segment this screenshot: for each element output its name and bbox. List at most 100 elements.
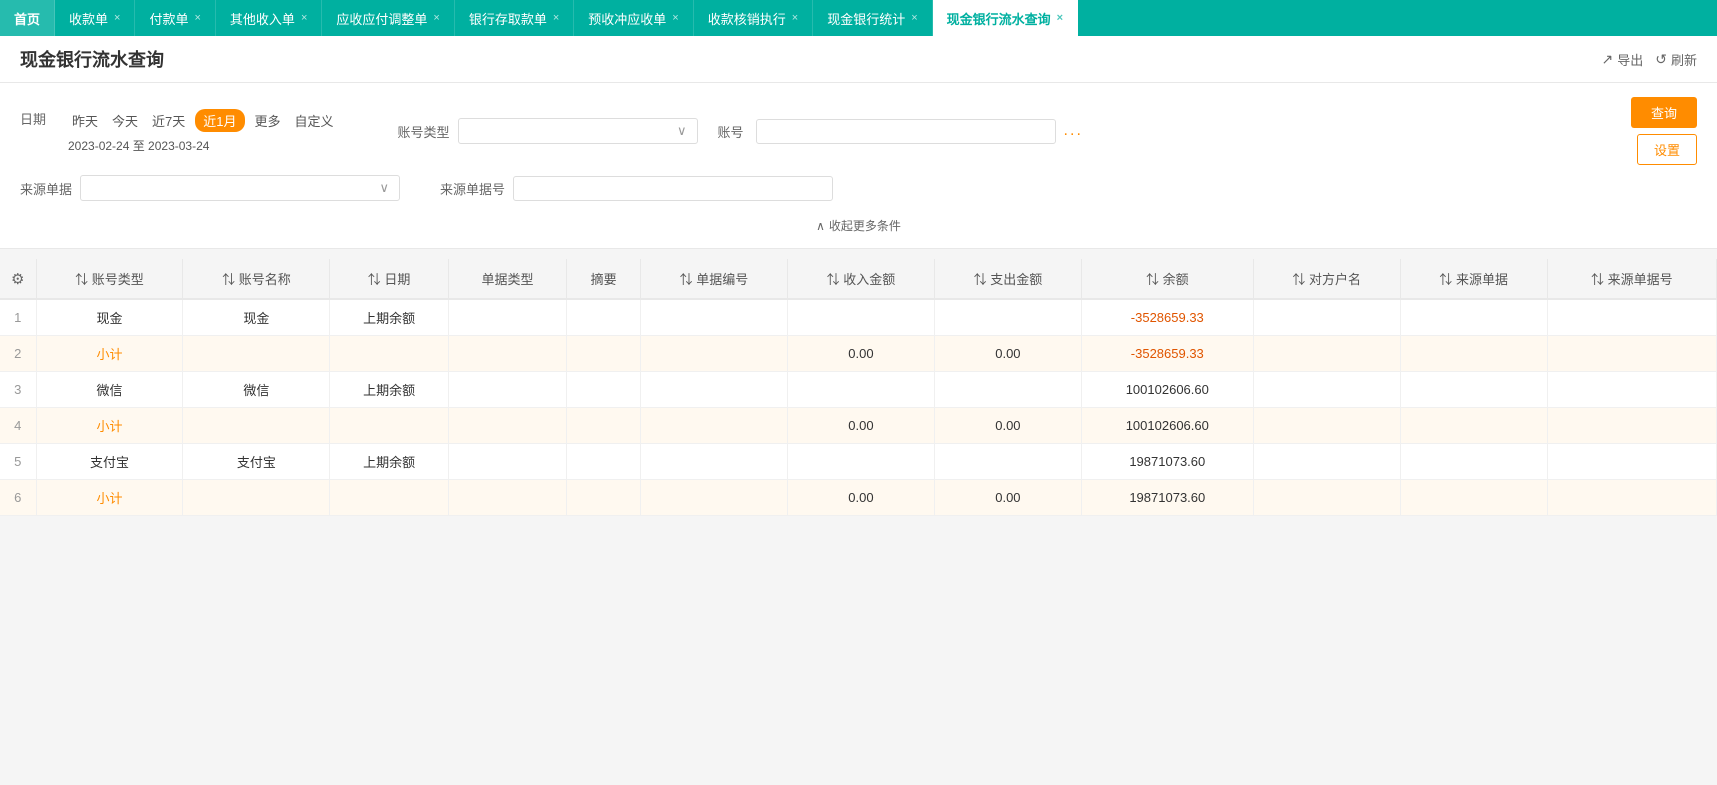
cell-expense: 0.00 [934,408,1081,444]
account-dots-button[interactable]: ... [1064,122,1083,140]
cell-income [787,444,934,480]
row-num: 2 [0,336,36,372]
page-header: 现金银行流水查询 ↗ 导出 ↺ 刷新 [0,36,1717,83]
cell-expense: 0.00 [934,480,1081,516]
cell-doc-no [641,372,788,408]
cell-source-doc [1400,444,1547,480]
cell-doc-no [641,480,788,516]
source-doc-filter-group: 来源单据 ∨ [20,175,400,201]
refresh-button[interactable]: ↺ 刷新 [1655,50,1697,69]
cell-income: 0.00 [787,480,934,516]
date-opt-7days[interactable]: 近7天 [148,109,189,132]
cell-account-name: 微信 [183,372,330,408]
cell-account-type: 现金 [36,299,183,336]
close-ar-ap-adjust-icon[interactable]: × [433,12,439,24]
cell-account-name [183,480,330,516]
nav-item-other-income[interactable]: 其他收入单 × [216,0,322,36]
cell-date: 上期余额 [330,372,448,408]
filter-area: 日期 昨天 今天 近7天 近1月 更多 自定义 2023-02-24 至 202… [0,83,1717,249]
cell-counterpart [1253,444,1400,480]
date-opt-today[interactable]: 今天 [108,109,142,132]
cell-counterpart [1253,336,1400,372]
cell-source-doc-no [1547,480,1716,516]
cell-source-doc-no [1547,372,1716,408]
collapse-bar[interactable]: ∧ 收起更多条件 [20,211,1697,240]
export-button[interactable]: ↗ 导出 [1602,50,1644,69]
cell-account-type: 支付宝 [36,444,183,480]
account-filter-group: 账号 ... [718,119,1083,144]
nav-item-ar-ap-adjust[interactable]: 应收应付调整单 × [322,0,454,36]
date-opt-more[interactable]: 更多 [251,109,285,132]
col-income[interactable]: ⇅ 收入金额 [787,259,934,299]
row-num: 6 [0,480,36,516]
source-doc-no-filter-group: 来源单据号 [440,176,833,201]
close-cash-bank-stat-icon[interactable]: × [911,12,917,24]
query-button[interactable]: 查询 [1631,97,1697,128]
cell-account-name: 支付宝 [183,444,330,480]
cell-doc-no [641,444,788,480]
col-settings[interactable]: ⚙ [0,259,36,299]
col-doc-no[interactable]: ⇅ 单据编号 [641,259,788,299]
col-account-name[interactable]: ⇅ 账号名称 [183,259,330,299]
nav-item-receipt-verify[interactable]: 收款核销执行 × [694,0,813,36]
col-account-type[interactable]: ⇅ 账号类型 [36,259,183,299]
cell-balance: 100102606.60 [1081,408,1253,444]
source-doc-select[interactable]: ∨ [80,175,400,201]
cell-summary [567,480,641,516]
row-num: 3 [0,372,36,408]
cell-counterpart [1253,299,1400,336]
nav-item-receipt[interactable]: 收款单 × [55,0,135,36]
cell-doc-no [641,336,788,372]
source-doc-no-label: 来源单据号 [440,179,505,198]
col-counterpart[interactable]: ⇅ 对方户名 [1253,259,1400,299]
cell-summary [567,444,641,480]
collapse-icon: ∧ [816,219,825,233]
account-type-select[interactable]: ∨ [458,118,698,144]
cell-source-doc-no [1547,444,1716,480]
col-summary: 摘要 [567,259,641,299]
cell-source-doc [1400,299,1547,336]
col-expense[interactable]: ⇅ 支出金额 [934,259,1081,299]
close-cash-bank-flow-icon[interactable]: × [1057,12,1063,24]
col-source-doc-no[interactable]: ⇅ 来源单据号 [1547,259,1716,299]
cell-expense [934,444,1081,480]
cell-doc-type [448,372,566,408]
close-payment-icon[interactable]: × [194,12,200,24]
nav-item-payment[interactable]: 付款单 × [135,0,215,36]
cell-income: 0.00 [787,408,934,444]
date-opt-1month[interactable]: 近1月 [195,109,244,132]
cell-doc-type [448,444,566,480]
col-source-doc[interactable]: ⇅ 来源单据 [1400,259,1547,299]
nav-item-cash-bank-flow[interactable]: 现金银行流水查询 × [933,0,1078,36]
filter-row-2: 来源单据 ∨ 来源单据号 [20,175,1697,201]
settings-button[interactable]: 设置 [1637,134,1697,165]
cell-account-name: 现金 [183,299,330,336]
nav-item-advance-receipt[interactable]: 预收冲应收单 × [574,0,693,36]
table-gear-icon[interactable]: ⚙ [11,271,24,288]
close-other-income-icon[interactable]: × [301,12,307,24]
source-doc-no-input[interactable] [513,176,833,201]
close-receipt-verify-icon[interactable]: × [792,12,798,24]
cell-date: 上期余额 [330,444,448,480]
account-input[interactable] [756,119,1056,144]
close-advance-receipt-icon[interactable]: × [672,12,678,24]
close-bank-deposit-icon[interactable]: × [553,12,559,24]
account-type-label: 账号类型 [398,122,450,141]
date-opt-custom[interactable]: 自定义 [291,109,338,132]
col-balance[interactable]: ⇅ 余额 [1081,259,1253,299]
cell-counterpart [1253,480,1400,516]
cell-source-doc-no [1547,299,1716,336]
account-label: 账号 [718,122,748,141]
cell-source-doc-no [1547,408,1716,444]
cell-balance: -3528659.33 [1081,336,1253,372]
date-filter-group: 日期 昨天 今天 近7天 近1月 更多 自定义 2023-02-24 至 202… [20,109,338,154]
nav-item-home[interactable]: 首页 [0,0,55,36]
cell-date [330,408,448,444]
date-opt-yesterday[interactable]: 昨天 [68,109,102,132]
nav-item-cash-bank-stat[interactable]: 现金银行统计 × [813,0,932,36]
cell-source-doc [1400,408,1547,444]
col-date[interactable]: ⇅ 日期 [330,259,448,299]
nav-item-bank-deposit[interactable]: 银行存取款单 × [455,0,574,36]
cell-expense [934,299,1081,336]
close-receipt-icon[interactable]: × [114,12,120,24]
